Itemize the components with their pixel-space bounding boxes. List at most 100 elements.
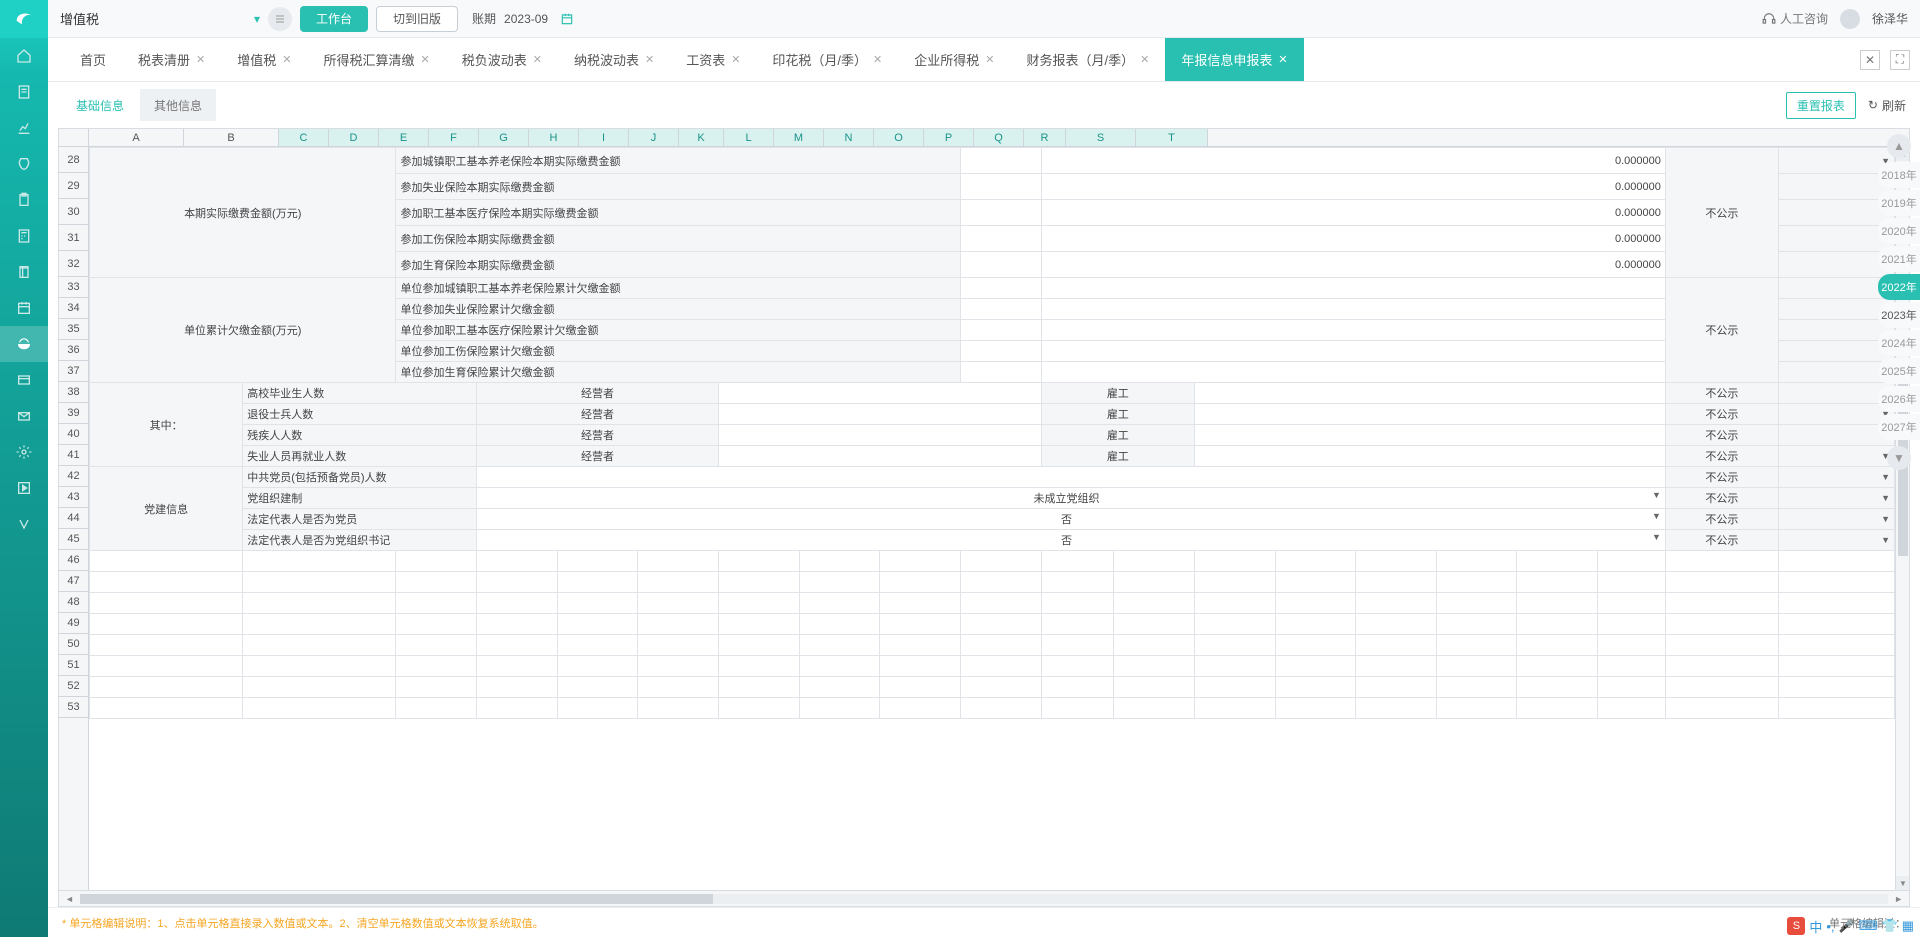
- cell[interactable]: [880, 614, 961, 635]
- col-header-G[interactable]: G: [479, 129, 529, 146]
- cell[interactable]: [1275, 698, 1356, 719]
- cell[interactable]: [1194, 635, 1275, 656]
- tab-8[interactable]: 企业所得税✕: [898, 38, 1010, 81]
- year-down-icon[interactable]: ▼: [1887, 446, 1911, 470]
- cell[interactable]: [477, 572, 558, 593]
- nav-chart-icon[interactable]: [0, 110, 48, 146]
- tray-zhong-icon[interactable]: 中: [1809, 917, 1822, 935]
- cell[interactable]: [638, 677, 719, 698]
- cell[interactable]: [1041, 572, 1114, 593]
- cell[interactable]: [1194, 593, 1275, 614]
- col-header-B[interactable]: B: [184, 129, 279, 146]
- tab-5[interactable]: 纳税波动表✕: [558, 38, 670, 81]
- cell[interactable]: [1665, 635, 1778, 656]
- col-header-J[interactable]: J: [629, 129, 679, 146]
- cell[interactable]: [1778, 635, 1894, 656]
- nav-date-icon[interactable]: [0, 290, 48, 326]
- cell[interactable]: [90, 551, 243, 572]
- tab-10[interactable]: 年报信息申报表✕: [1165, 38, 1303, 81]
- nav-v-icon[interactable]: [0, 506, 48, 542]
- cell[interactable]: [880, 551, 961, 572]
- nav-gear-icon[interactable]: [0, 434, 48, 470]
- cell[interactable]: [961, 200, 1042, 226]
- year-2026年[interactable]: 2026年: [1878, 386, 1920, 412]
- cell[interactable]: ▼: [1778, 488, 1894, 509]
- consult-button[interactable]: 人工咨询: [1762, 10, 1828, 27]
- cell[interactable]: [1517, 698, 1598, 719]
- cell[interactable]: [477, 677, 558, 698]
- cell[interactable]: [1356, 593, 1437, 614]
- cell[interactable]: [1041, 278, 1665, 299]
- cell[interactable]: [638, 593, 719, 614]
- cell[interactable]: 党组织建制: [243, 488, 477, 509]
- col-header-A[interactable]: A: [89, 129, 184, 146]
- col-header-O[interactable]: O: [874, 129, 924, 146]
- cell[interactable]: [1194, 446, 1665, 467]
- cell[interactable]: [396, 656, 477, 677]
- nav-bowl-icon[interactable]: [0, 326, 48, 362]
- row-header-42[interactable]: 42: [59, 466, 88, 487]
- row-header-53[interactable]: 53: [59, 697, 88, 718]
- cell[interactable]: 经营者: [477, 404, 719, 425]
- cell[interactable]: [1194, 572, 1275, 593]
- cell[interactable]: [243, 635, 396, 656]
- cell[interactable]: [1436, 656, 1517, 677]
- cell[interactable]: [799, 593, 880, 614]
- cell[interactable]: [638, 551, 719, 572]
- cell[interactable]: [1041, 614, 1114, 635]
- cell[interactable]: [1275, 635, 1356, 656]
- col-header-M[interactable]: M: [774, 129, 824, 146]
- nav-home-icon[interactable]: [0, 38, 48, 74]
- cell[interactable]: [1517, 572, 1598, 593]
- nav-calc-icon[interactable]: [0, 218, 48, 254]
- row-header-52[interactable]: 52: [59, 676, 88, 697]
- cell[interactable]: [1114, 698, 1195, 719]
- cell[interactable]: [1275, 614, 1356, 635]
- hscroll-thumb[interactable]: [80, 894, 713, 904]
- cell[interactable]: 退役士兵人数: [243, 404, 477, 425]
- cell[interactable]: [477, 698, 558, 719]
- cell[interactable]: 参加失业保险本期实际缴费金额: [396, 174, 961, 200]
- cell[interactable]: 单位参加失业保险累计欠缴金额: [396, 299, 961, 320]
- cell[interactable]: [719, 698, 800, 719]
- cell[interactable]: [557, 551, 638, 572]
- cell[interactable]: [1598, 614, 1666, 635]
- subtab-other[interactable]: 其他信息: [140, 89, 216, 121]
- workbench-button[interactable]: 工作台: [300, 6, 368, 32]
- cell[interactable]: [799, 656, 880, 677]
- cell[interactable]: [396, 614, 477, 635]
- round-menu-icon[interactable]: [268, 7, 292, 31]
- tab-close-icon[interactable]: ✕: [1278, 53, 1287, 66]
- cell[interactable]: 高校毕业生人数: [243, 383, 477, 404]
- year-2021年[interactable]: 2021年: [1878, 246, 1920, 272]
- cell[interactable]: [799, 677, 880, 698]
- cell[interactable]: 法定代表人是否为党员: [243, 509, 477, 530]
- tab-close-icon[interactable]: ✕: [645, 53, 654, 66]
- cell[interactable]: [961, 698, 1042, 719]
- cell[interactable]: [719, 656, 800, 677]
- cell[interactable]: 经营者: [477, 383, 719, 404]
- row-header-51[interactable]: 51: [59, 655, 88, 676]
- row-header-41[interactable]: 41: [59, 445, 88, 466]
- cell[interactable]: 不公示: [1665, 383, 1778, 404]
- cell[interactable]: 0.000000: [1041, 174, 1665, 200]
- cell[interactable]: [638, 656, 719, 677]
- cell[interactable]: [1275, 677, 1356, 698]
- cell[interactable]: [1778, 677, 1894, 698]
- cell[interactable]: 法定代表人是否为党组织书记: [243, 530, 477, 551]
- year-2025年[interactable]: 2025年: [1878, 358, 1920, 384]
- cell[interactable]: [1598, 656, 1666, 677]
- cell[interactable]: [396, 572, 477, 593]
- cell[interactable]: [1356, 656, 1437, 677]
- cell[interactable]: [719, 593, 800, 614]
- year-2027年[interactable]: 2027年: [1878, 414, 1920, 440]
- cell[interactable]: [1436, 572, 1517, 593]
- tax-type-select[interactable]: 增值税 ▾: [60, 9, 260, 28]
- row-header-32[interactable]: 32: [59, 251, 88, 277]
- cell[interactable]: 不公示: [1665, 148, 1778, 278]
- cell[interactable]: [961, 656, 1042, 677]
- cell[interactable]: [477, 551, 558, 572]
- cell[interactable]: 单位累计欠缴金额(万元): [90, 278, 396, 383]
- cell[interactable]: [1114, 656, 1195, 677]
- tab-1[interactable]: 税表清册✕: [122, 38, 221, 81]
